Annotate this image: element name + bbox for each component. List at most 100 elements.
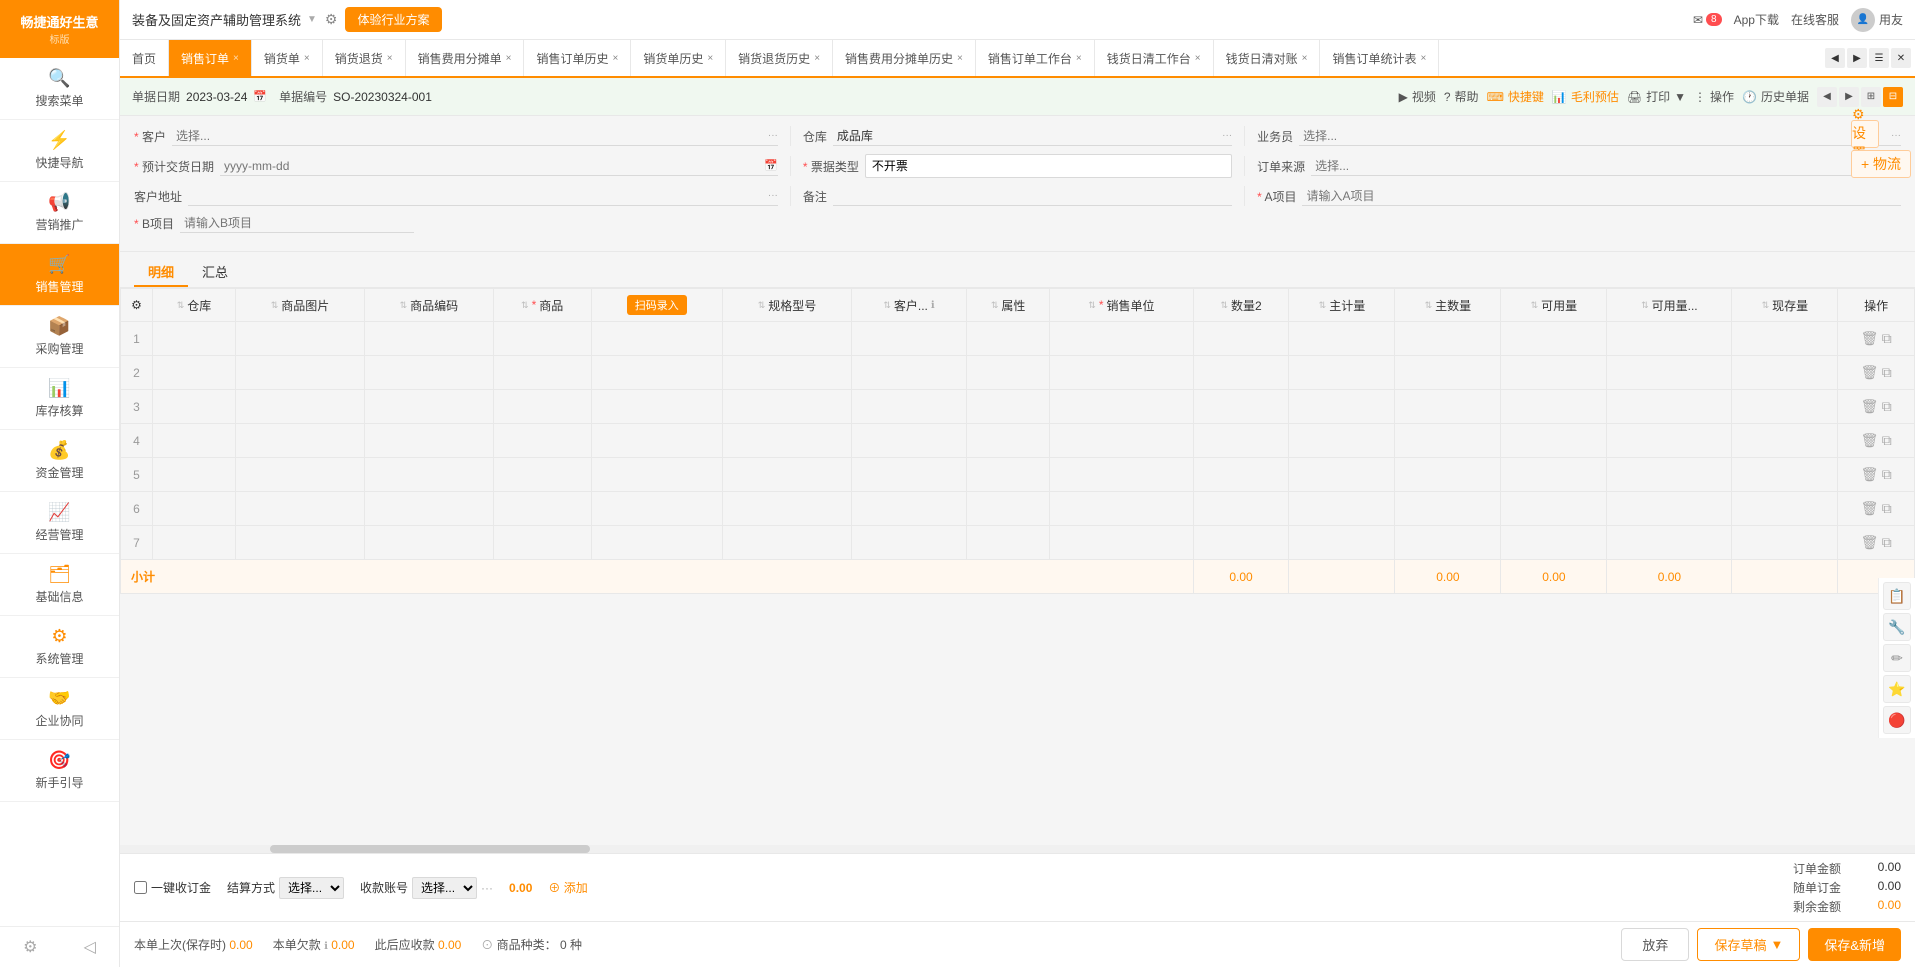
- cell-2[interactable]: [364, 424, 493, 458]
- cell-3[interactable]: [493, 322, 591, 356]
- cell-7[interactable]: [967, 356, 1050, 390]
- delivery-input[interactable]: [220, 157, 762, 175]
- cell-11[interactable]: [1395, 526, 1501, 560]
- sort-icon[interactable]: ⇅: [1425, 300, 1433, 311]
- tab-detail[interactable]: 明细: [134, 258, 188, 287]
- tab-close-daily-workbench[interactable]: ×: [1195, 53, 1201, 64]
- copy-row-icon[interactable]: ⧉: [1882, 500, 1892, 516]
- tab-sales-expense[interactable]: 销售费用分摊单 ×: [406, 40, 525, 76]
- tab-close-goods-history[interactable]: ×: [707, 53, 713, 64]
- rp-copy-btn[interactable]: 📋: [1883, 582, 1911, 610]
- sidebar-item-system[interactable]: ⚙ 系统管理: [0, 616, 119, 678]
- sidebar-item-sales[interactable]: 🛒 销售管理: [0, 244, 119, 306]
- profit-action[interactable]: 📊 毛利预估: [1552, 88, 1619, 105]
- sort-icon[interactable]: ⇅: [521, 300, 529, 311]
- sidebar-item-purchase[interactable]: 📦 采购管理: [0, 306, 119, 368]
- cell-4[interactable]: [591, 322, 723, 356]
- cell-14[interactable]: [1732, 492, 1838, 526]
- cell-2[interactable]: [364, 356, 493, 390]
- add-payment-btn[interactable]: ⊕ 添加: [548, 879, 587, 896]
- cell-11[interactable]: [1395, 390, 1501, 424]
- cell-0[interactable]: [153, 322, 236, 356]
- tab-close-return-history[interactable]: ×: [814, 53, 820, 64]
- tab-stats[interactable]: 销售订单统计表 ×: [1320, 40, 1439, 76]
- cell-0[interactable]: [153, 526, 236, 560]
- cell-12[interactable]: [1501, 492, 1607, 526]
- cell-10[interactable]: [1289, 322, 1395, 356]
- order-source-input[interactable]: [1311, 157, 1901, 175]
- cell-1[interactable]: [236, 492, 365, 526]
- cell-1[interactable]: [236, 526, 365, 560]
- cell-11[interactable]: [1395, 322, 1501, 356]
- copy-row-icon[interactable]: ⧉: [1882, 432, 1892, 448]
- cell-2[interactable]: [364, 458, 493, 492]
- cell-4[interactable]: [591, 492, 723, 526]
- cell-2[interactable]: [364, 390, 493, 424]
- cell-11[interactable]: [1395, 424, 1501, 458]
- tab-home[interactable]: 首页: [120, 40, 169, 76]
- rp-alert-btn[interactable]: 🔴: [1883, 706, 1911, 734]
- cell-8[interactable]: [1050, 322, 1193, 356]
- cell-12[interactable]: [1501, 458, 1607, 492]
- solution-btn[interactable]: 体验行业方案: [345, 7, 441, 32]
- sidebar-item-finance[interactable]: 💰 资金管理: [0, 430, 119, 492]
- cell-9[interactable]: [1193, 424, 1289, 458]
- tab-goods-history[interactable]: 销货单历史 ×: [631, 40, 726, 76]
- save-draft-dropdown-icon[interactable]: ▼: [1770, 937, 1783, 952]
- cell-2[interactable]: [364, 492, 493, 526]
- warehouse-input[interactable]: [833, 127, 1220, 145]
- cell-3[interactable]: [493, 526, 591, 560]
- tab-expense-history[interactable]: 销售费用分摊单历史 ×: [833, 40, 976, 76]
- cell-7[interactable]: [967, 424, 1050, 458]
- tab-sales-goods[interactable]: 销货单 ×: [252, 40, 323, 76]
- doc-next-btn[interactable]: ▶: [1839, 87, 1859, 107]
- remark-input[interactable]: [833, 187, 1232, 205]
- address-input[interactable]: [188, 187, 766, 205]
- cell-13[interactable]: [1607, 322, 1732, 356]
- cell-3[interactable]: [493, 356, 591, 390]
- cell-6[interactable]: [851, 390, 966, 424]
- customer-input[interactable]: [172, 127, 766, 145]
- calendar-icon[interactable]: 📅: [253, 90, 267, 103]
- cell-12[interactable]: [1501, 424, 1607, 458]
- cell-5[interactable]: [723, 458, 852, 492]
- cell-13[interactable]: [1607, 526, 1732, 560]
- cell-1[interactable]: [236, 390, 365, 424]
- payment-select[interactable]: 选择...: [279, 877, 344, 899]
- shortcut-action[interactable]: ⌨ 快捷键: [1487, 88, 1544, 105]
- cell-5[interactable]: [723, 390, 852, 424]
- cell-0[interactable]: [153, 458, 236, 492]
- copy-row-icon[interactable]: ⧉: [1882, 364, 1892, 380]
- delete-icon[interactable]: 🗑: [1861, 432, 1879, 448]
- cell-13[interactable]: [1607, 424, 1732, 458]
- cell-7[interactable]: [967, 458, 1050, 492]
- sort-icon[interactable]: ⇅: [400, 300, 408, 311]
- customer-dots[interactable]: ···: [768, 130, 778, 141]
- sidebar-item-base[interactable]: 🗂 基础信息: [0, 554, 119, 616]
- delivery-calendar-icon[interactable]: 📅: [764, 159, 778, 172]
- sort-icon[interactable]: ⇅: [1088, 300, 1096, 311]
- cell-5[interactable]: [723, 492, 852, 526]
- cell-6[interactable]: [851, 492, 966, 526]
- history-action[interactable]: 🕐 历史单据: [1742, 88, 1809, 105]
- online-service-btn[interactable]: 在线客服: [1791, 11, 1839, 28]
- cell-7[interactable]: [967, 492, 1050, 526]
- cell-7[interactable]: [967, 526, 1050, 560]
- user-area[interactable]: 👤 用友: [1851, 8, 1903, 32]
- cell-11[interactable]: [1395, 356, 1501, 390]
- ticket-select[interactable]: 不开票 增值税普通发票 增值税专用发票: [865, 154, 1232, 178]
- cell-8[interactable]: [1050, 424, 1193, 458]
- cell-8[interactable]: [1050, 356, 1193, 390]
- scan-btn[interactable]: 扫码录入: [627, 295, 687, 315]
- cell-13[interactable]: [1607, 356, 1732, 390]
- cell-7[interactable]: [967, 322, 1050, 356]
- cell-14[interactable]: [1732, 356, 1838, 390]
- print-dropdown-icon[interactable]: ▼: [1674, 90, 1686, 104]
- delete-icon[interactable]: 🗑: [1861, 398, 1879, 414]
- sort-icon[interactable]: ⇅: [758, 300, 766, 311]
- staff-input[interactable]: [1299, 127, 1889, 145]
- doc-grid-btn[interactable]: ⊞: [1861, 87, 1881, 107]
- cell-0[interactable]: [153, 492, 236, 526]
- tab-close-sales-goods[interactable]: ×: [304, 53, 310, 64]
- rp-star-btn[interactable]: ⭐: [1883, 675, 1911, 703]
